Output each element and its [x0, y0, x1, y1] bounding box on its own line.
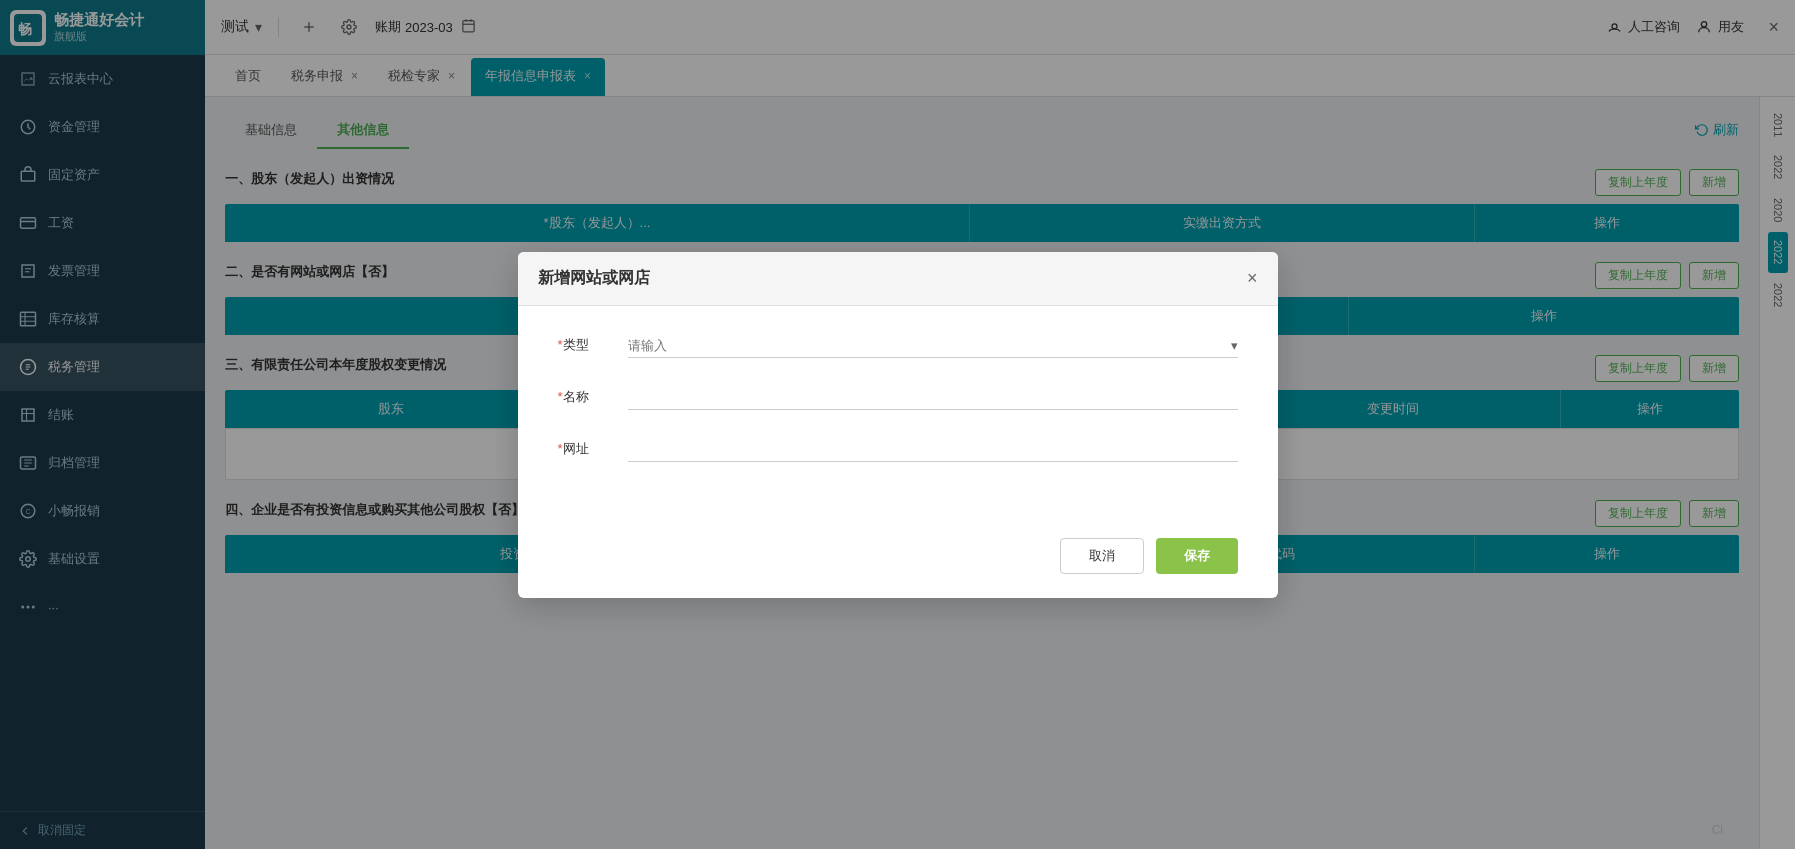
dialog-header: 新增网站或网店 ×	[518, 252, 1278, 306]
type-input-wrap: ▾	[628, 338, 1238, 358]
url-input-wrap	[628, 442, 1238, 462]
form-field-name: *名称	[558, 388, 1238, 412]
type-dropdown-icon[interactable]: ▾	[1231, 338, 1238, 353]
type-label-text: 类型	[563, 337, 589, 352]
form-row-name: *名称	[558, 388, 1238, 412]
save-button[interactable]: 保存	[1156, 538, 1238, 574]
url-input[interactable]	[628, 442, 1238, 457]
dialog-body: *类型 ▾ *名称	[518, 306, 1278, 522]
dialog-footer: 取消 保存	[518, 522, 1278, 598]
form-field-type: *类型 ▾	[558, 336, 1238, 360]
name-label-text: 名称	[563, 389, 589, 404]
type-input[interactable]	[628, 338, 1231, 353]
name-input-wrap	[628, 390, 1238, 410]
add-website-dialog: 新增网站或网店 × *类型 ▾ *名	[518, 252, 1278, 598]
dialog-close-button[interactable]: ×	[1247, 269, 1258, 287]
dialog-title: 新增网站或网店	[538, 268, 650, 289]
form-row-url: *网址	[558, 440, 1238, 464]
cancel-button[interactable]: 取消	[1060, 538, 1144, 574]
dialog-overlay: 新增网站或网店 × *类型 ▾ *名	[0, 0, 1795, 849]
url-label: *网址	[558, 440, 618, 458]
name-input[interactable]	[628, 390, 1238, 405]
url-label-text: 网址	[563, 441, 589, 456]
form-row-type: *类型 ▾	[558, 336, 1238, 360]
name-label: *名称	[558, 388, 618, 406]
form-field-url: *网址	[558, 440, 1238, 464]
type-label: *类型	[558, 336, 618, 354]
